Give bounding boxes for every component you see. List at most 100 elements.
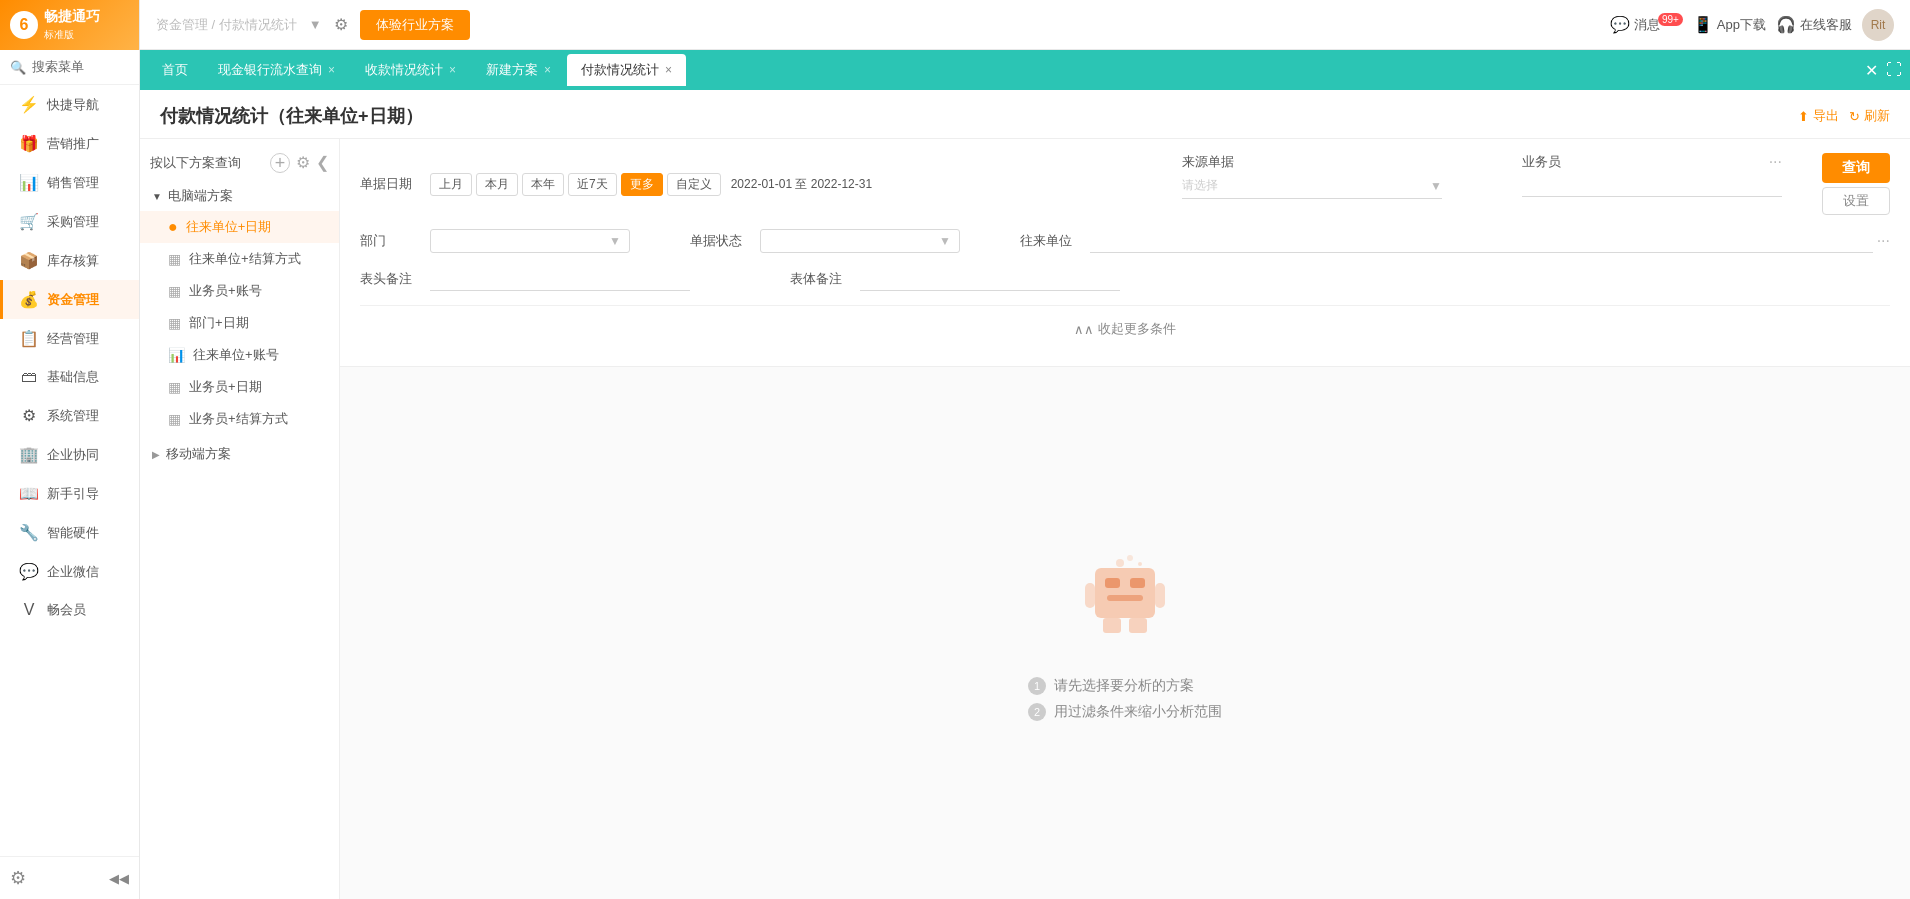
date-this-month[interactable]: 本月 xyxy=(476,173,518,196)
date-last-7days[interactable]: 近7天 xyxy=(568,173,617,196)
empty-tip-1: 1 请先选择要分析的方案 xyxy=(1028,677,1222,695)
tab-payment-close[interactable]: × xyxy=(665,63,672,77)
close-all-tabs-icon[interactable]: ✕ xyxy=(1865,61,1878,80)
sidebar-item-quick-nav[interactable]: ⚡ 快捷导航 xyxy=(0,85,139,124)
mobile-scheme-group[interactable]: ▶ 移动端方案 xyxy=(140,439,339,469)
date-more[interactable]: 更多 xyxy=(621,173,663,196)
scheme-unit-account[interactable]: 📊 往来单位+账号 xyxy=(140,339,339,371)
tip-1-text: 请先选择要分析的方案 xyxy=(1054,677,1194,695)
purchase-icon: 🛒 xyxy=(19,212,39,231)
add-scheme-icon[interactable]: + xyxy=(270,153,290,173)
mobile-arrow-icon: ▶ xyxy=(152,449,160,460)
body-note-input[interactable] xyxy=(860,267,1120,291)
panel-header: 按以下方案查询 + ⚙ ❮ xyxy=(140,149,339,181)
date-last-month[interactable]: 上月 xyxy=(430,173,472,196)
tab-bank[interactable]: 现金银行流水查询 × xyxy=(204,54,349,86)
sidebar-item-label: 经营管理 xyxy=(47,330,99,348)
refresh-icon: ↻ xyxy=(1849,109,1860,124)
page-header: 付款情况统计（往来单位+日期） ⬆ 导出 ↻ 刷新 xyxy=(140,90,1910,139)
source-filter: 来源单据 请选择 ▼ xyxy=(1182,153,1442,199)
sidebar-item-finance[interactable]: 💰 资金管理 xyxy=(0,280,139,319)
panel-collapse-icon[interactable]: ❮ xyxy=(316,153,329,173)
sidebar-item-guide[interactable]: 📖 新手引导 xyxy=(0,474,139,513)
system-icon: ⚙ xyxy=(19,406,39,425)
refresh-button[interactable]: ↻ 刷新 xyxy=(1849,107,1890,125)
breadcrumb: 资金管理 / 付款情况统计 xyxy=(156,16,297,34)
desktop-arrow-icon: ▼ xyxy=(152,191,162,202)
sidebar-item-purchase[interactable]: 🛒 采购管理 xyxy=(0,202,139,241)
sidebar-item-label: 智能硬件 xyxy=(47,524,99,542)
tab-receipt[interactable]: 收款情况统计 × xyxy=(351,54,470,86)
tab-payment[interactable]: 付款情况统计 × xyxy=(567,54,686,86)
results-area: 1 请先选择要分析的方案 2 用过滤条件来缩小分析范围 xyxy=(340,367,1910,899)
status-select[interactable]: ▼ xyxy=(760,229,960,253)
header-note-input[interactable] xyxy=(430,267,690,291)
query-button[interactable]: 查询 xyxy=(1822,153,1890,183)
tip-2-text: 用过滤条件来缩小分析范围 xyxy=(1054,703,1222,721)
app-download-btn[interactable]: 📱 App下载 xyxy=(1693,15,1766,34)
settings-bottom-icon[interactable]: ⚙ xyxy=(10,867,26,889)
collapse-section: ∧∧ 收起更多条件 xyxy=(360,305,1890,352)
scheme-salesman-settle[interactable]: ▦ 业务员+结算方式 xyxy=(140,403,339,435)
tab-new-scheme[interactable]: 新建方案 × xyxy=(472,54,565,86)
sidebar-item-weixin[interactable]: 💬 企业微信 xyxy=(0,552,139,591)
collapse-button[interactable]: ∧∧ 收起更多条件 xyxy=(1074,314,1176,344)
tab-home-label: 首页 xyxy=(162,61,188,79)
sidebar-item-sales[interactable]: 📊 销售管理 xyxy=(0,163,139,202)
sidebar-item-operation[interactable]: 📋 经营管理 xyxy=(0,319,139,358)
export-button[interactable]: ⬆ 导出 xyxy=(1798,107,1839,125)
sidebar-item-vip[interactable]: V 畅会员 xyxy=(0,591,139,629)
status-chevron-icon: ▼ xyxy=(939,234,951,248)
unit-input[interactable] xyxy=(1090,229,1873,253)
message-btn[interactable]: 💬 消息 99+ xyxy=(1610,15,1683,34)
date-this-year[interactable]: 本年 xyxy=(522,173,564,196)
dropdown-arrow-icon[interactable]: ▼ xyxy=(309,17,322,32)
tab-new-scheme-close[interactable]: × xyxy=(544,63,551,77)
date-label: 单据日期 xyxy=(360,175,430,193)
gear-icon[interactable]: ⚙ xyxy=(334,15,348,34)
scheme-salesman-date[interactable]: ▦ 业务员+日期 xyxy=(140,371,339,403)
desktop-group-title[interactable]: ▼ 电脑端方案 xyxy=(140,181,339,211)
sidebar-item-label: 基础信息 xyxy=(47,368,99,386)
avatar[interactable]: Rit xyxy=(1862,9,1894,41)
online-service-btn[interactable]: 🎧 在线客服 xyxy=(1776,15,1852,34)
sidebar-item-marketing[interactable]: 🎁 营销推广 xyxy=(0,124,139,163)
desktop-scheme-group: ▼ 电脑端方案 ● 往来单位+日期 ▦ 往来单位+结算方式 ▦ 业务员+账号 ▦ xyxy=(140,181,339,435)
scheme-unit-settle[interactable]: ▦ 往来单位+结算方式 xyxy=(140,243,339,275)
maximize-icon[interactable]: ⛶ xyxy=(1886,61,1902,80)
search-label: 搜索菜单 xyxy=(32,58,84,76)
sidebar-item-basic[interactable]: 🗃 基础信息 xyxy=(0,358,139,396)
svg-point-10 xyxy=(1138,562,1142,566)
sidebar-item-hardware[interactable]: 🔧 智能硬件 xyxy=(0,513,139,552)
sidebar-item-system[interactable]: ⚙ 系统管理 xyxy=(0,396,139,435)
unit-dots[interactable]: ··· xyxy=(1877,232,1890,250)
search-menu[interactable]: 🔍 搜索菜单 xyxy=(0,50,139,85)
search-icon: 🔍 xyxy=(10,60,26,75)
salesman-dots[interactable]: ··· xyxy=(1769,153,1782,171)
dept-select[interactable]: ▼ xyxy=(430,229,630,253)
unit-label: 往来单位 xyxy=(1020,232,1090,250)
sidebar-item-inventory[interactable]: 📦 库存核算 xyxy=(0,241,139,280)
tab-receipt-close[interactable]: × xyxy=(449,63,456,77)
collapse-sidebar-icon[interactable]: ◀◀ xyxy=(109,871,129,886)
svg-rect-2 xyxy=(1130,578,1145,588)
scheme-salesman-account[interactable]: ▦ 业务员+账号 xyxy=(140,275,339,307)
tab-home[interactable]: 首页 xyxy=(148,54,202,86)
svg-point-8 xyxy=(1116,559,1124,567)
trial-button[interactable]: 体验行业方案 xyxy=(360,10,470,40)
weixin-icon: 💬 xyxy=(19,562,39,581)
app-icon: 📱 xyxy=(1693,15,1713,34)
tabs-controls: ✕ ⛶ xyxy=(1865,61,1902,80)
scheme-dept-date[interactable]: ▦ 部门+日期 xyxy=(140,307,339,339)
source-select[interactable]: 请选择 ▼ xyxy=(1182,173,1442,198)
date-custom[interactable]: 自定义 xyxy=(667,173,721,196)
svg-rect-0 xyxy=(1095,568,1155,618)
query-btn-group: 查询 设置 xyxy=(1822,153,1890,215)
sidebar-item-label: 库存核算 xyxy=(47,252,99,270)
sidebar-item-enterprise[interactable]: 🏢 企业协同 xyxy=(0,435,139,474)
tab-bank-close[interactable]: × xyxy=(328,63,335,77)
scheme-settings-icon[interactable]: ⚙ xyxy=(296,153,310,173)
scheme-unit-date[interactable]: ● 往来单位+日期 xyxy=(140,211,339,243)
salesman-input[interactable] xyxy=(1522,173,1782,197)
settings-button[interactable]: 设置 xyxy=(1822,187,1890,215)
